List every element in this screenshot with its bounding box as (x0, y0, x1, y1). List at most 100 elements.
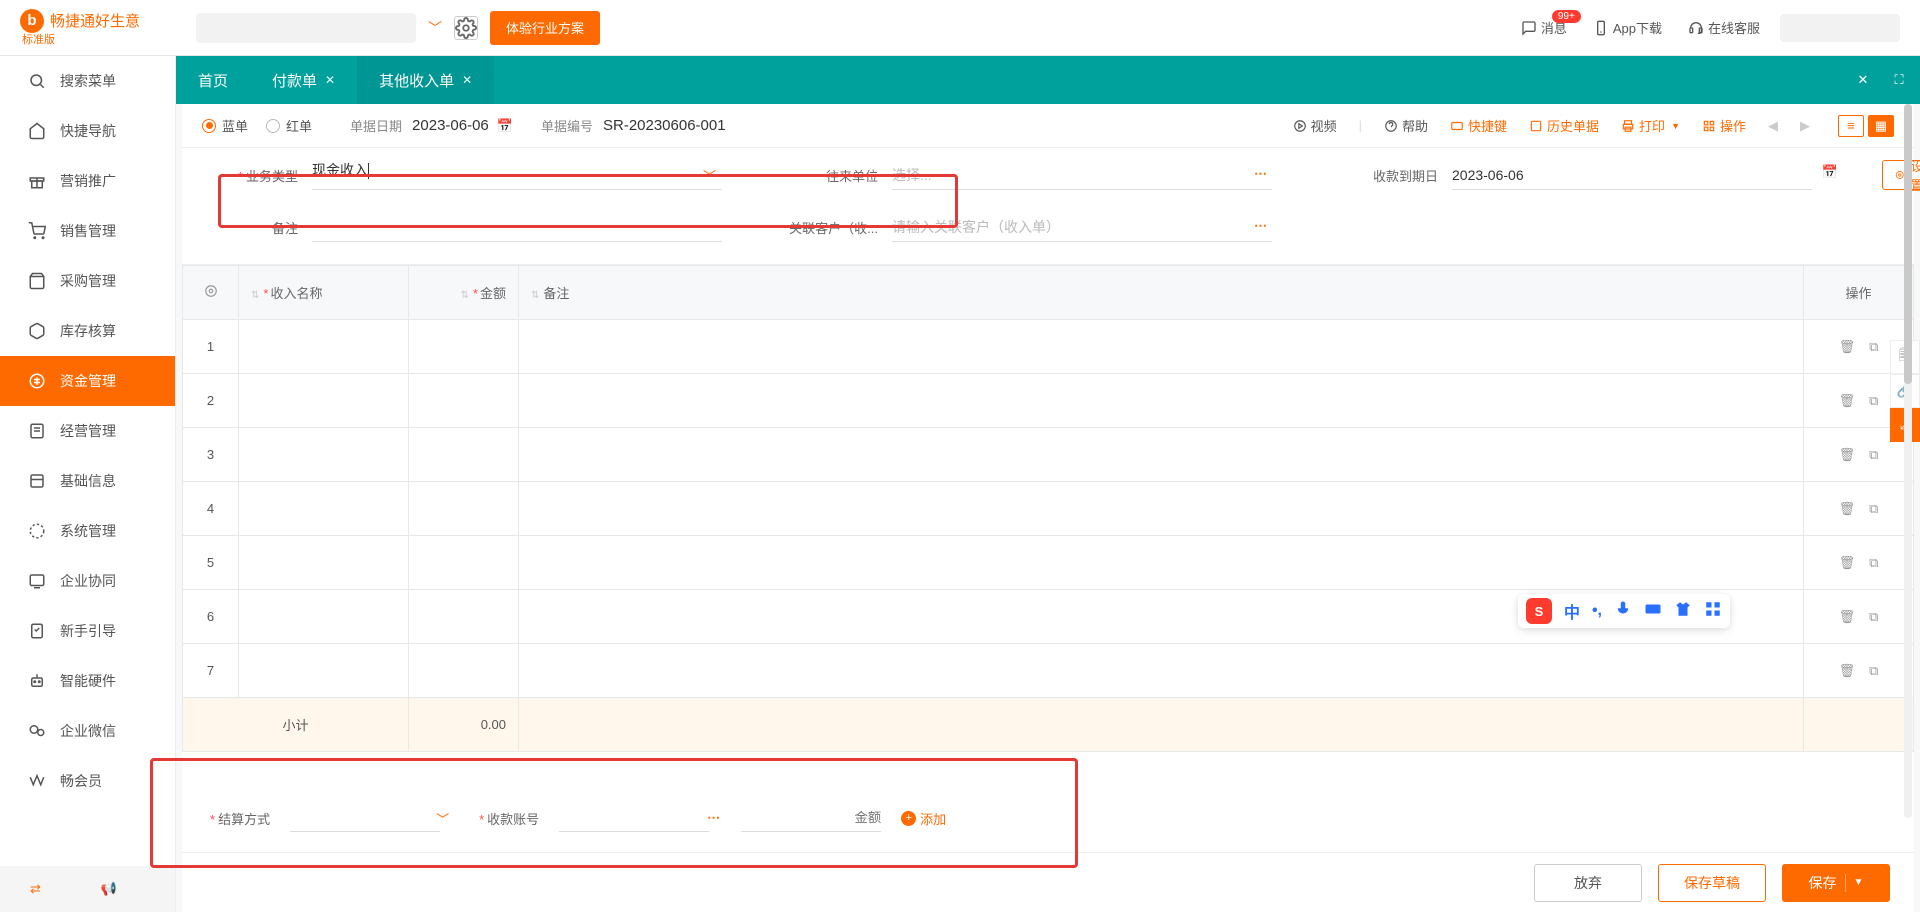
sidebar-item-quicknav[interactable]: 快捷导航 (0, 106, 175, 156)
ime-toolbar[interactable]: S 中 •, (1518, 594, 1730, 628)
row-delete-button[interactable]: 🗑 (1839, 663, 1856, 679)
cell-amount[interactable] (409, 428, 519, 482)
doc-date-value[interactable]: 2023-06-06 (412, 117, 489, 134)
row-delete-button[interactable]: 🗑 (1839, 339, 1856, 355)
trial-button[interactable]: 体验行业方案 (490, 11, 600, 45)
row-copy-button[interactable]: ⧉ (1869, 501, 1878, 517)
discard-button[interactable]: 放弃 (1534, 864, 1642, 902)
sidebar-sound-button[interactable]: 📢 (101, 881, 117, 897)
cell-remark[interactable] (519, 374, 1804, 428)
sidebar-item-sales[interactable]: 销售管理 (0, 206, 175, 256)
close-icon[interactable]: ✕ (462, 73, 472, 87)
customer-service-link[interactable]: 在线客服 (1688, 18, 1760, 37)
row-copy-button[interactable]: ⧉ (1869, 447, 1878, 463)
remark-input[interactable] (312, 212, 722, 242)
scrollbar-thumb[interactable] (1904, 104, 1912, 384)
cell-amount[interactable] (409, 644, 519, 698)
content-scrollbar[interactable] (1902, 104, 1914, 818)
more-icon[interactable]: ⋯ (1254, 218, 1268, 234)
sidebar-item-hardware[interactable]: 智能硬件 (0, 656, 175, 706)
row-delete-button[interactable]: 🗑 (1839, 609, 1856, 625)
cell-income-name[interactable] (239, 590, 409, 644)
sidebar-item-guide[interactable]: 新手引导 (0, 606, 175, 656)
messages-link[interactable]: 消息 99+ (1521, 18, 1567, 37)
cell-income-name[interactable] (239, 374, 409, 428)
customer-input[interactable] (892, 212, 1272, 242)
sidebar-item-search[interactable]: 搜索菜单 (0, 56, 175, 106)
biztype-select[interactable]: 现金收入 ﹀ (312, 160, 722, 190)
tab-other-income[interactable]: 其他收入单✕ (357, 56, 494, 104)
sidebar-item-marketing[interactable]: 营销推广 (0, 156, 175, 206)
cell-income-name[interactable] (239, 644, 409, 698)
radio-red[interactable]: 红单 (266, 116, 312, 135)
settle-method-input[interactable] (290, 804, 440, 832)
tab-payment[interactable]: 付款单✕ (250, 56, 357, 104)
settings-button[interactable]: 设置 (1882, 160, 1920, 190)
cell-remark[interactable] (519, 428, 1804, 482)
chevron-down-icon[interactable]: ▼ (1854, 877, 1864, 888)
history-button[interactable]: 历史单据 (1529, 116, 1599, 135)
sidebar-collapse-button[interactable]: ⇄ (30, 881, 41, 897)
unit-select[interactable]: ⋯ (892, 160, 1272, 190)
customer-select[interactable]: ⋯ (892, 212, 1272, 242)
more-icon[interactable]: ⋯ (1254, 166, 1268, 182)
row-copy-button[interactable]: ⧉ (1869, 339, 1878, 355)
row-copy-button[interactable]: ⧉ (1869, 555, 1878, 571)
row-delete-button[interactable]: 🗑 (1839, 501, 1856, 517)
org-settings-button[interactable] (454, 16, 478, 40)
settle-amount-input[interactable] (741, 804, 881, 832)
view-list-button[interactable]: ≡ (1838, 115, 1864, 137)
cell-income-name[interactable] (239, 482, 409, 536)
app-download-link[interactable]: App下载 (1593, 18, 1662, 37)
cell-amount[interactable] (409, 320, 519, 374)
row-copy-button[interactable]: ⧉ (1869, 663, 1878, 679)
cell-amount[interactable] (409, 374, 519, 428)
unit-input[interactable] (892, 160, 1272, 190)
print-button[interactable]: 打印▼ (1621, 116, 1680, 135)
ops-button[interactable]: 操作 (1702, 116, 1746, 135)
col-income-name[interactable]: *收入名称 (239, 266, 409, 320)
col-remark[interactable]: 备注 (519, 266, 1804, 320)
calendar-icon[interactable]: 📅 (497, 118, 513, 134)
table-row[interactable]: 1🗑⧉ (183, 320, 1914, 374)
sidebar-item-operation[interactable]: 经营管理 (0, 406, 175, 456)
table-row[interactable]: 3🗑⧉ (183, 428, 1914, 482)
chevron-down-icon[interactable]: ﹀ (436, 809, 449, 828)
row-delete-button[interactable]: 🗑 (1839, 393, 1856, 409)
ime-lang-button[interactable]: 中 (1564, 599, 1580, 623)
calendar-icon[interactable]: 📅 (1822, 164, 1838, 180)
cell-remark[interactable] (519, 482, 1804, 536)
cell-income-name[interactable] (239, 428, 409, 482)
more-icon[interactable]: ⋯ (707, 810, 721, 826)
cell-remark[interactable] (519, 536, 1804, 590)
save-draft-button[interactable]: 保存草稿 (1658, 864, 1766, 902)
tab-close-all-button[interactable]: ✕ (1850, 67, 1876, 93)
sidebar-item-wework[interactable]: 企业微信 (0, 706, 175, 756)
shortcut-button[interactable]: 快捷键 (1450, 116, 1507, 135)
radio-blue[interactable]: 蓝单 (202, 116, 248, 135)
table-row[interactable]: 5🗑⧉ (183, 536, 1914, 590)
row-delete-button[interactable]: 🗑 (1839, 555, 1856, 571)
ime-keyboard-button[interactable] (1644, 600, 1662, 623)
chevron-down-icon[interactable]: ﹀ (428, 18, 442, 38)
sidebar-item-purchase[interactable]: 采购管理 (0, 256, 175, 306)
table-row[interactable]: 4🗑⧉ (183, 482, 1914, 536)
next-doc-button[interactable]: ▶ (1800, 118, 1810, 134)
row-delete-button[interactable]: 🗑 (1839, 447, 1856, 463)
sidebar-item-system[interactable]: 系统管理 (0, 506, 175, 556)
org-selector[interactable]: ﹀ 体验行业方案 (196, 11, 600, 45)
cell-amount[interactable] (409, 536, 519, 590)
help-button[interactable]: 帮助 (1384, 116, 1428, 135)
row-copy-button[interactable]: ⧉ (1869, 393, 1878, 409)
tab-home[interactable]: 首页 (176, 56, 250, 104)
table-row[interactable]: 7🗑⧉ (183, 644, 1914, 698)
video-button[interactable]: 视频 (1293, 116, 1337, 135)
cell-amount[interactable] (409, 482, 519, 536)
sidebar-item-inventory[interactable]: 库存核算 (0, 306, 175, 356)
sidebar-item-member[interactable]: 畅会员 (0, 756, 175, 806)
chevron-down-icon[interactable]: ﹀ (703, 166, 716, 185)
view-card-button[interactable]: ▦ (1868, 115, 1894, 137)
user-chip[interactable] (1780, 14, 1900, 42)
table-row[interactable]: 2🗑⧉ (183, 374, 1914, 428)
save-button[interactable]: 保存▼ (1782, 864, 1890, 902)
